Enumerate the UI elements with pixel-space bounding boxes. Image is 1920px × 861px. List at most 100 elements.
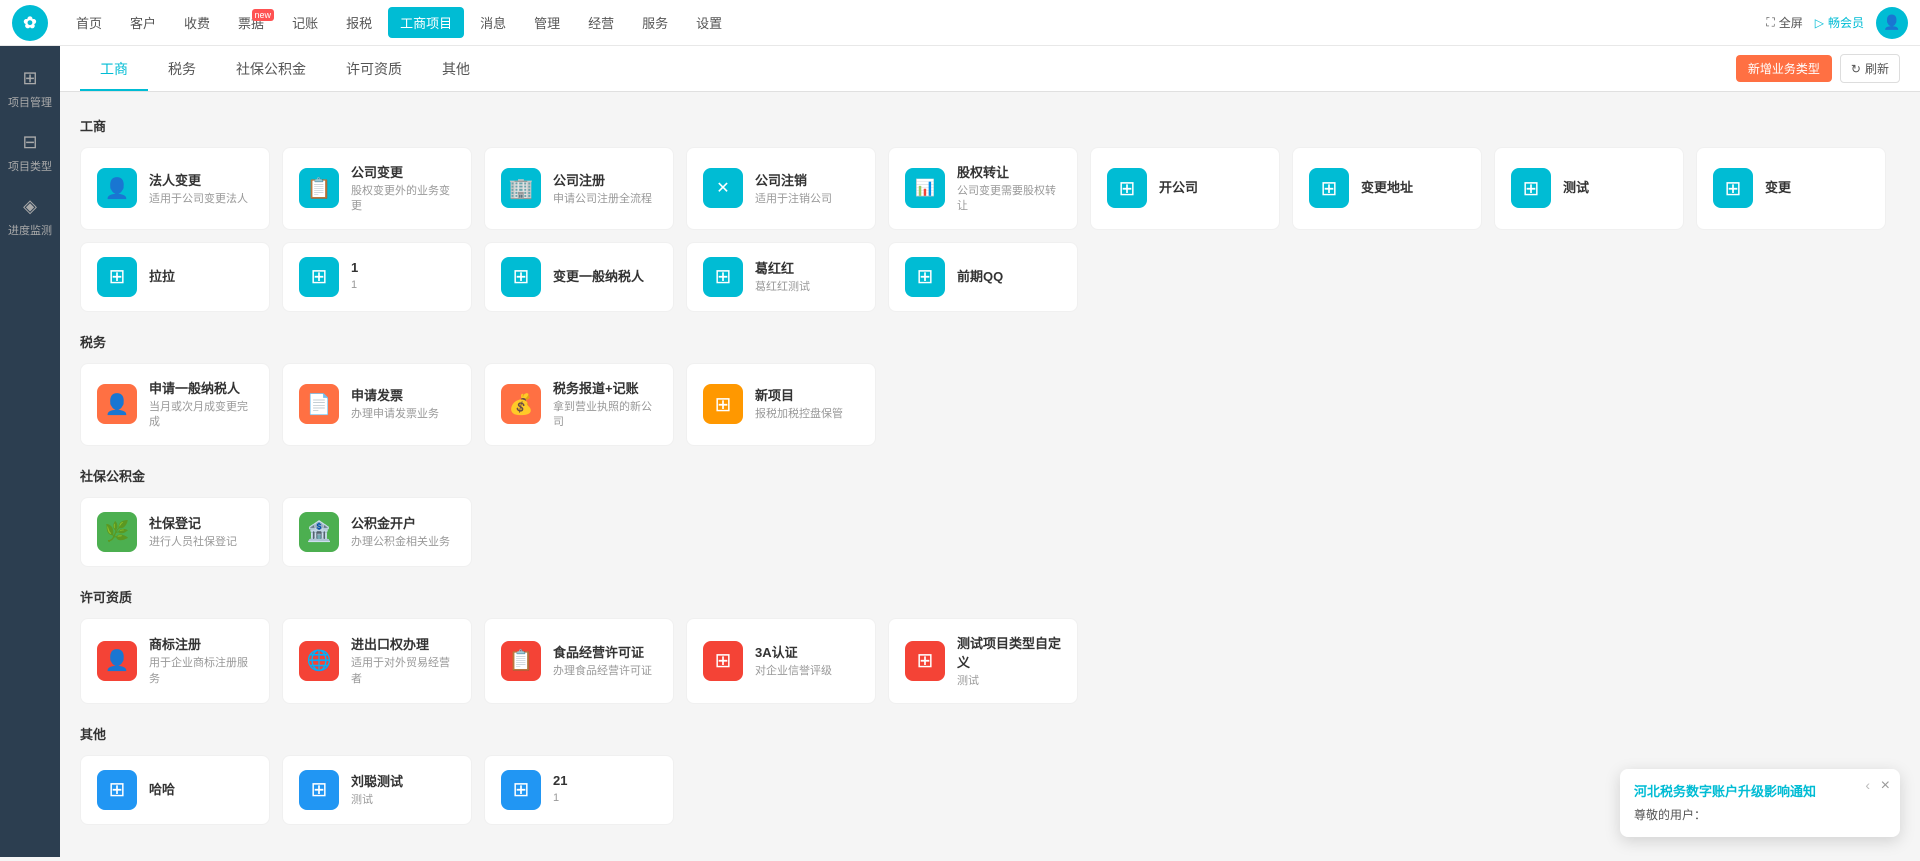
tab-bar: 工商 税务 社保公积金 许可资质 其他 新增业务类型 ↻ 刷新	[60, 46, 1920, 92]
nav-bookkeep[interactable]: 记账	[280, 7, 330, 38]
new-type-button[interactable]: 新增业务类型	[1736, 55, 1832, 82]
qqq-icon: ⊞	[905, 257, 945, 297]
gongjijin-icon: 🏦	[299, 512, 339, 552]
card-yibannashuiren[interactable]: 👤 申请一般纳税人 当月或次月成变更完成	[80, 363, 270, 446]
sidebar-item-project-manage[interactable]: ⊞ 项目管理	[0, 56, 60, 120]
content-area: 工商 👤 法人变更 适用于公司变更法人 📋 公司变更 股权变更外的业务变更 🏢	[60, 92, 1920, 861]
shebao-icon: 🌿	[97, 512, 137, 552]
project-manage-icon: ⊞	[18, 66, 42, 90]
card-kaigongsi[interactable]: ⊞ 开公司	[1090, 147, 1280, 230]
card-gehs[interactable]: ⊞ 葛红红 葛红红测试	[686, 242, 876, 312]
card-3a[interactable]: ⊞ 3A认证 对企业信誉评级	[686, 618, 876, 704]
gongshang-grid: 👤 法人变更 适用于公司变更法人 📋 公司变更 股权变更外的业务变更 🏢 公司注…	[80, 147, 1900, 312]
fapiao-icon: 📄	[299, 384, 339, 424]
tab-shebao[interactable]: 社保公积金	[216, 49, 326, 91]
avatar-icon: 👤	[1883, 14, 1900, 31]
nav-operate[interactable]: 经营	[576, 7, 626, 38]
guquan-icon: 📊	[905, 168, 945, 208]
xinxiangmu-icon: ⊞	[703, 384, 743, 424]
card-biangengdizhi[interactable]: ⊞ 变更地址	[1292, 147, 1482, 230]
refresh-icon: ↻	[1851, 62, 1861, 76]
section-title-xuke: 许可资质	[80, 587, 1900, 606]
jinchukou-icon: 🌐	[299, 641, 339, 681]
nav-items: 首页 客户 收费 票据 new 记账 报税 工商项目 消息 管理 经营 服务 设…	[64, 7, 1766, 38]
card-shebao-dengji[interactable]: 🌿 社保登记 进行人员社保登记	[80, 497, 270, 567]
logo[interactable]: ✿	[12, 5, 48, 41]
haha-icon: ⊞	[97, 770, 137, 810]
baodao-icon: 💰	[501, 384, 541, 424]
tab-xuke[interactable]: 许可资质	[326, 49, 422, 91]
card-biangengnas[interactable]: ⊞ 变更一般纳税人	[484, 242, 674, 312]
card-zhuxiao[interactable]: ✕ 公司注销 适用于注销公司	[686, 147, 876, 230]
notification-close-button[interactable]: ×	[1881, 777, 1890, 795]
one-icon: ⊞	[299, 257, 339, 297]
sidebar-item-progress[interactable]: ◈ 进度监测	[0, 184, 60, 248]
card-liucong[interactable]: ⊞ 刘聪测试 测试	[282, 755, 472, 825]
card-shangbiao[interactable]: 👤 商标注册 用于企业商标注册服务	[80, 618, 270, 704]
fullscreen-button[interactable]: ⛶ 全屏	[1766, 14, 1802, 31]
nav-message[interactable]: 消息	[468, 7, 518, 38]
tab-shuiwu[interactable]: 税务	[148, 49, 216, 91]
card-baodao[interactable]: 💰 税务报道+记账 拿到营业执照的新公司	[484, 363, 674, 446]
card-fapiao[interactable]: 📄 申请发票 办理申请发票业务	[282, 363, 472, 446]
notification-text: 尊敬的用户：	[1634, 806, 1886, 825]
section-title-shebao: 社保公积金	[80, 466, 1900, 485]
notification-prev[interactable]: ‹	[1865, 777, 1870, 793]
3a-icon: ⊞	[703, 641, 743, 681]
card-shipin[interactable]: 📋 食品经营许可证 办理食品经营许可证	[484, 618, 674, 704]
zhuxiao-icon: ✕	[703, 168, 743, 208]
ceshileixing-icon: ⊞	[905, 641, 945, 681]
progress-icon: ◈	[18, 194, 42, 218]
kaigongsi-icon: ⊞	[1107, 168, 1147, 208]
notification-popup: ‹ × 河北税务数字账户升级影响通知 尊敬的用户：	[1620, 769, 1900, 837]
card-ceshi[interactable]: ⊞ 测试	[1494, 147, 1684, 230]
card-ceshileixing[interactable]: ⊞ 测试项目类型自定义 测试	[888, 618, 1078, 704]
nav-customer[interactable]: 客户	[118, 7, 168, 38]
ceshi-icon: ⊞	[1511, 168, 1551, 208]
nav-tax[interactable]: 报税	[334, 7, 384, 38]
member-icon: ▷	[1815, 16, 1824, 30]
tab-qita[interactable]: 其他	[422, 49, 490, 91]
nav-industry[interactable]: 工商项目	[388, 7, 464, 38]
nav-settings[interactable]: 设置	[684, 7, 734, 38]
shipin-icon: 📋	[501, 641, 541, 681]
card-zhuce[interactable]: 🏢 公司注册 申请公司注册全流程	[484, 147, 674, 230]
card-gongsibiangeng[interactable]: 📋 公司变更 股权变更外的业务变更	[282, 147, 472, 230]
nav-manage[interactable]: 管理	[522, 7, 572, 38]
main-content: 工商 税务 社保公积金 许可资质 其他 新增业务类型 ↻ 刷新 工商 👤 法人变…	[60, 46, 1920, 861]
sidebar-item-project-type[interactable]: ⊟ 项目类型	[0, 120, 60, 184]
shuiwu-grid: 👤 申请一般纳税人 当月或次月成变更完成 📄 申请发票 办理申请发票业务 💰 税…	[80, 363, 1900, 446]
tab-gongshang[interactable]: 工商	[80, 49, 148, 91]
gongsibiangeng-icon: 📋	[299, 168, 339, 208]
section-title-gongshang: 工商	[80, 116, 1900, 135]
card-haha[interactable]: ⊞ 哈哈	[80, 755, 270, 825]
nav-service[interactable]: 服务	[630, 7, 680, 38]
card-qqq[interactable]: ⊞ 前期QQ	[888, 242, 1078, 312]
card-21[interactable]: ⊞ 21 1	[484, 755, 674, 825]
card-gongjijin[interactable]: 🏦 公积金开户 办理公积金相关业务	[282, 497, 472, 567]
card-guquan[interactable]: 📊 股权转让 公司变更需要股权转让	[888, 147, 1078, 230]
nav-fee[interactable]: 收费	[172, 7, 222, 38]
biangengdizhi-icon: ⊞	[1309, 168, 1349, 208]
card-jinchukou[interactable]: 🌐 进出口权办理 适用于对外贸易经营者	[282, 618, 472, 704]
member-button[interactable]: ▷ 畅会员	[1815, 14, 1864, 31]
new-badge: new	[252, 9, 275, 21]
card-lala[interactable]: ⊞ 拉拉	[80, 242, 270, 312]
nav-home[interactable]: 首页	[64, 7, 114, 38]
card-biangeng[interactable]: ⊞ 变更	[1696, 147, 1886, 230]
card-one[interactable]: ⊞ 1 1	[282, 242, 472, 312]
avatar[interactable]: 👤	[1876, 7, 1908, 39]
lala-icon: ⊞	[97, 257, 137, 297]
card-faren[interactable]: 👤 法人变更 适用于公司变更法人	[80, 147, 270, 230]
nav-ticket[interactable]: 票据 new	[226, 7, 276, 38]
biangengnas-icon: ⊞	[501, 257, 541, 297]
nav-right: ⛶ 全屏 ▷ 畅会员 👤	[1766, 7, 1908, 39]
top-nav: ✿ 首页 客户 收费 票据 new 记账 报税 工商项目 消息 管理 经营 服务…	[0, 0, 1920, 46]
biangeng-icon: ⊞	[1713, 168, 1753, 208]
section-title-shuiwu: 税务	[80, 332, 1900, 351]
refresh-button[interactable]: ↻ 刷新	[1840, 54, 1900, 83]
faren-icon: 👤	[97, 168, 137, 208]
card-xinxiangmu[interactable]: ⊞ 新项目 报税加税控盘保管	[686, 363, 876, 446]
sidebar: ⊞ 项目管理 ⊟ 项目类型 ◈ 进度监测	[0, 46, 60, 857]
tab-actions: 新增业务类型 ↻ 刷新	[1736, 54, 1900, 91]
